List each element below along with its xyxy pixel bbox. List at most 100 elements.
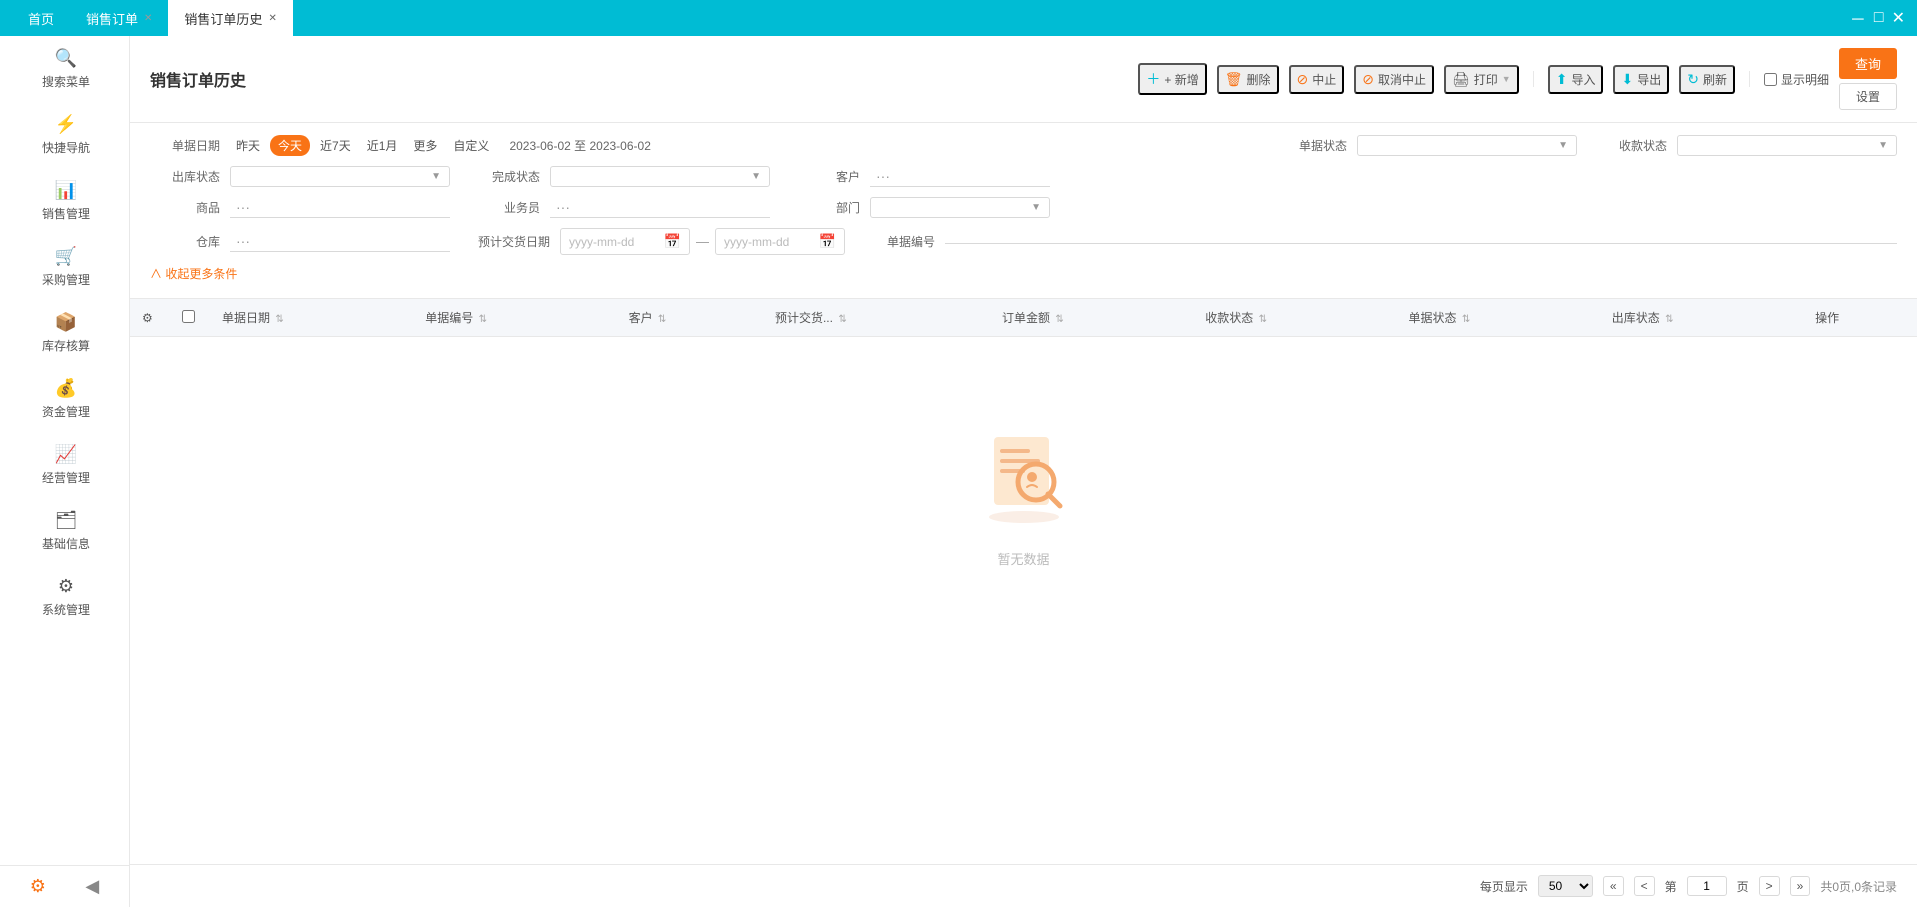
col-receipt-status-label: 收款状态	[1205, 311, 1253, 325]
col-bill-status-label: 单据状态	[1409, 311, 1457, 325]
salesman-field[interactable]: ···	[550, 197, 770, 218]
minimize-btn[interactable]: －	[1850, 6, 1866, 30]
sidebar-item-search-menu[interactable]: 🔍 搜索菜单	[0, 36, 129, 102]
refresh-button[interactable]: ↻ 刷新	[1679, 65, 1735, 94]
toolbar: ＋ + 新增 🗑 删除 ⊘ 中止 ⊘ 取消中止 🖨 打印	[1138, 48, 1897, 110]
close-history-tab[interactable]: ✕	[268, 13, 276, 24]
date-btn-more[interactable]: 更多	[407, 135, 443, 156]
col-settings[interactable]: ⚙	[130, 299, 170, 337]
col-bill-date-sort-icon[interactable]: ⇅	[275, 314, 283, 325]
query-set-btns: 查询 设置	[1839, 48, 1897, 110]
warehouse-field[interactable]: ···	[230, 231, 450, 252]
out-status-select[interactable]: ▼	[230, 166, 450, 187]
sidebar-item-finance-label: 资金管理	[42, 403, 90, 420]
stop-button[interactable]: ⊘ 中止	[1289, 65, 1345, 94]
setting-button[interactable]: 设置	[1839, 83, 1897, 110]
collapse-button[interactable]: ∧ 收起更多条件	[150, 265, 1897, 282]
quick-nav-icon: ⚡	[55, 114, 77, 135]
receipt-status-select[interactable]: ▼	[1677, 135, 1897, 156]
col-delivery-date: 预计交货... ⇅	[763, 299, 990, 337]
maximize-btn[interactable]: □	[1874, 9, 1884, 27]
receipt-status-label: 收款状态	[1597, 137, 1677, 154]
sidebar-item-purchase-mgmt[interactable]: 🛒 采购管理	[0, 234, 129, 300]
sidebar-item-purchase-mgmt-label: 采购管理	[42, 271, 90, 288]
show-detail-checkbox[interactable]	[1764, 73, 1777, 86]
sidebar-item-quick-nav[interactable]: ⚡ 快捷导航	[0, 102, 129, 168]
col-checkbox[interactable]	[170, 299, 210, 337]
filter-row-warehouse: 仓库 ··· 预计交货日期 yyyy-mm-dd 📅 — yyyy-mm-dd …	[150, 228, 1897, 255]
prev-page-btn[interactable]: <	[1634, 876, 1655, 896]
date-btn-custom[interactable]: 自定义	[447, 135, 495, 156]
date-btn-7days[interactable]: 近7天	[314, 135, 357, 156]
base-info-icon: 🗂	[55, 510, 78, 531]
sidebar-collapse-icon[interactable]: ◀	[85, 876, 99, 897]
import-icon: ⬆	[1556, 71, 1568, 88]
col-bill-no-sort-icon[interactable]: ⇅	[479, 314, 487, 325]
col-out-status-sort-icon[interactable]: ⇅	[1665, 314, 1673, 325]
sidebar-settings-icon[interactable]: ⚙	[30, 876, 46, 897]
tab-home[interactable]: 首页	[12, 0, 70, 36]
col-bill-date-label: 单据日期	[222, 311, 270, 325]
next-page-btn[interactable]: >	[1759, 876, 1780, 896]
bill-status-select[interactable]: ▼	[1357, 135, 1577, 156]
date-range-display: 2023-06-02 至 2023-06-02	[509, 137, 650, 154]
dept-select[interactable]: ▼	[870, 197, 1050, 218]
date-btn-1month[interactable]: 近1月	[361, 135, 404, 156]
col-delivery-date-sort-icon[interactable]: ⇅	[838, 314, 846, 325]
page-label-post: 页	[1737, 878, 1749, 895]
col-customer: 客户 ⇅	[617, 299, 763, 337]
cancel-stop-button[interactable]: ⊘ 取消中止	[1354, 65, 1434, 94]
col-receipt-status-sort-icon[interactable]: ⇅	[1259, 314, 1267, 325]
delivery-date-from[interactable]: yyyy-mm-dd 📅	[560, 228, 690, 255]
col-delivery-date-label: 预计交货...	[775, 311, 833, 325]
tab-sales-order[interactable]: 销售订单 ✕	[70, 0, 168, 36]
select-all-checkbox[interactable]	[182, 310, 195, 323]
close-btn[interactable]: ✕	[1892, 8, 1905, 28]
salesman-label: 业务员	[470, 199, 550, 216]
table-settings-icon[interactable]: ⚙	[142, 311, 153, 325]
delivery-date-label: 预计交货日期	[470, 233, 560, 250]
col-order-amount-label: 订单金额	[1002, 311, 1050, 325]
sidebar-item-inventory-label: 库存核算	[42, 337, 90, 354]
import-button[interactable]: ⬆ 导入	[1548, 65, 1604, 94]
pagination-bar: 每页显示 50 10 20 100 « < 第 页 > » 共0页,0条记录	[130, 864, 1917, 907]
first-page-btn[interactable]: «	[1603, 876, 1624, 896]
date-dash: —	[696, 234, 709, 249]
complete-status-select[interactable]: ▼	[550, 166, 770, 187]
date-btn-yesterday[interactable]: 昨天	[230, 135, 266, 156]
last-page-btn[interactable]: »	[1790, 876, 1811, 896]
page-number-input[interactable]	[1687, 876, 1727, 896]
query-button[interactable]: 查询	[1839, 48, 1897, 79]
tab-sales-order-history[interactable]: 销售订单历史 ✕	[168, 0, 292, 36]
col-operation: 操作	[1803, 299, 1917, 337]
customer-field[interactable]: ···	[870, 166, 1050, 187]
sidebar-item-operations[interactable]: 📈 经营管理	[0, 432, 129, 498]
sidebar-item-sales-mgmt-label: 销售管理	[42, 205, 90, 222]
delivery-date-to[interactable]: yyyy-mm-dd 📅	[715, 228, 845, 255]
col-order-amount-sort-icon[interactable]: ⇅	[1055, 314, 1063, 325]
sidebar-item-inventory[interactable]: 📦 库存核算	[0, 300, 129, 366]
content-area: 销售订单历史 ＋ + 新增 🗑 删除 ⊘ 中止 ⊘ 取消中止	[130, 36, 1917, 907]
delete-button[interactable]: 🗑 删除	[1217, 65, 1279, 94]
new-button[interactable]: ＋ + 新增	[1138, 63, 1206, 95]
show-detail-checkbox-label[interactable]: 显示明细	[1764, 71, 1829, 88]
operations-icon: 📈	[55, 444, 77, 465]
print-button[interactable]: 🖨 打印 ▼	[1444, 65, 1519, 94]
sidebar-item-finance[interactable]: 💰 资金管理	[0, 366, 129, 432]
col-bill-status-sort-icon[interactable]: ⇅	[1462, 314, 1470, 325]
sidebar-item-sales-mgmt[interactable]: 📊 销售管理	[0, 168, 129, 234]
col-customer-sort-icon[interactable]: ⇅	[658, 314, 666, 325]
col-bill-status: 单据状态 ⇅	[1397, 299, 1600, 337]
close-sales-order-tab[interactable]: ✕	[144, 13, 152, 24]
sidebar-item-base-info[interactable]: 🗂 基础信息	[0, 498, 129, 564]
sidebar-item-system-mgmt[interactable]: ⚙ 系统管理	[0, 564, 129, 630]
bill-no-field[interactable]	[945, 239, 1897, 244]
per-page-select[interactable]: 50 10 20 100	[1538, 875, 1593, 897]
product-field[interactable]: ···	[230, 197, 450, 218]
col-out-status-label: 出库状态	[1612, 311, 1660, 325]
date-btn-today[interactable]: 今天	[270, 135, 310, 156]
customer-label: 客户	[790, 168, 870, 185]
col-order-amount: 订单金额 ⇅	[990, 299, 1193, 337]
export-button[interactable]: ⬇ 导出	[1613, 65, 1669, 94]
dept-arrow-icon: ▼	[1031, 202, 1041, 213]
